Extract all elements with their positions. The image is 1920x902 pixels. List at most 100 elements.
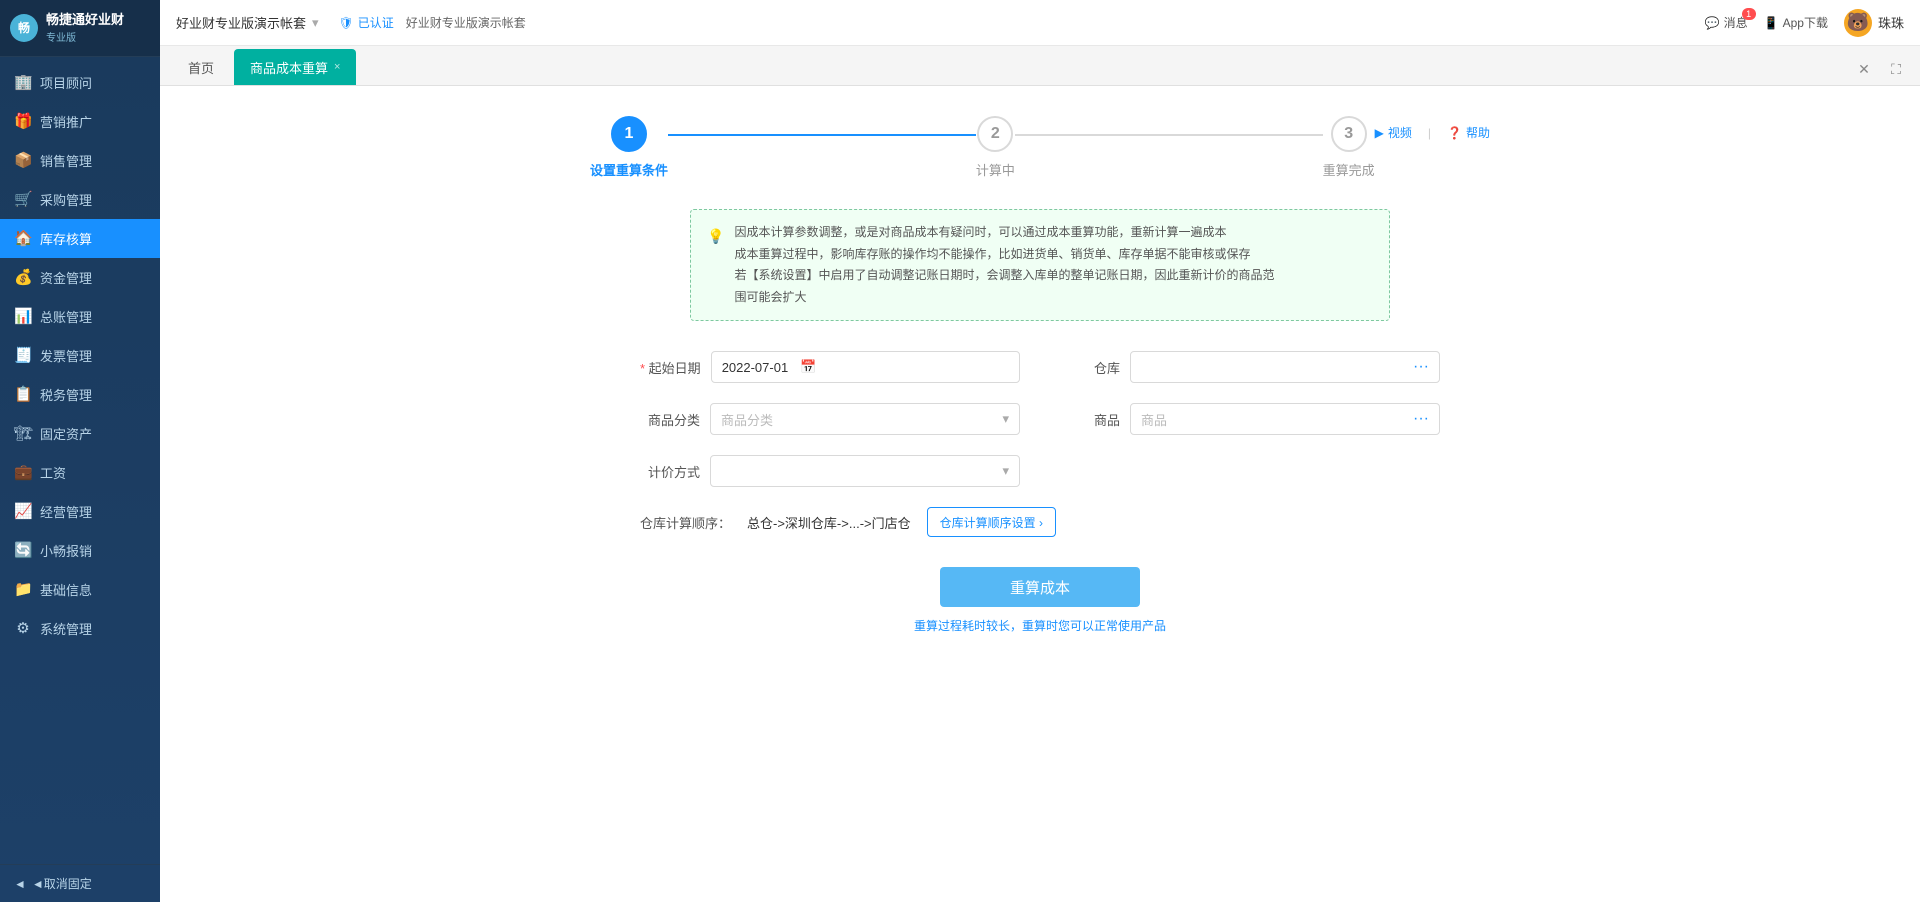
sidebar-item-icon-assets: 🏗: [14, 424, 32, 442]
warehouse-input[interactable]: ···: [1130, 351, 1440, 383]
main-area: 好业财专业版演示帐套 ▾ 🛡 已认证 好业财专业版演示帐套 💬 消息 1 📱 A…: [160, 0, 1920, 902]
sidebar-item-icon-project: 🏢: [14, 73, 32, 91]
category-select[interactable]: 商品分类 ▾: [710, 403, 1020, 435]
tab-home-label: 首页: [188, 58, 214, 77]
sidebar-item-label-sales: 销售管理: [40, 151, 146, 170]
sidebar-item-tax[interactable]: 📋 税务管理: [0, 375, 160, 414]
sidebar-item-purchase[interactable]: 🛒 采购管理: [0, 180, 160, 219]
recalc-btn-row: 重算成本 重算过程耗时较长，重算时您可以正常使用产品: [640, 567, 1440, 634]
start-date-value: 2022-07-01: [722, 360, 789, 375]
tab-home[interactable]: 首页: [172, 49, 230, 85]
step-3-num: 3: [1344, 125, 1353, 143]
dropdown-icon: ▾: [312, 15, 319, 31]
pricing-select[interactable]: ▾: [710, 455, 1020, 487]
connector-2-3: [1015, 134, 1323, 136]
sidebar-item-accounting[interactable]: 📊 总账管理: [0, 297, 160, 336]
form-row-1: 起始日期 2022-07-01 📅 仓库 ···: [640, 351, 1440, 383]
user-menu[interactable]: 🐻 珠珠: [1844, 9, 1904, 37]
info-line-2: 成本重算过程中，影响库存账的操作均不能操作，比如进货单、销货单、库存单据不能审核…: [734, 244, 1274, 266]
page-content: 1 设置重算条件 2 计算中 3: [160, 86, 1920, 902]
app-title-block: 畅捷通好业财 专业版: [46, 12, 124, 44]
sidebar-item-label-accounting: 总账管理: [40, 307, 146, 326]
info-line-1: 因成本计算参数调整，或是对商品成本有疑问时，可以通过成本重算功能，重新计算一遍成…: [734, 222, 1274, 244]
sidebar-item-payroll[interactable]: 💼 工资: [0, 453, 160, 492]
sidebar-item-operations[interactable]: 📈 经营管理: [0, 492, 160, 531]
tab-close-icon[interactable]: ×: [334, 61, 340, 73]
warehouse-more-icon: ···: [1413, 358, 1429, 376]
recalc-hint: 重算过程耗时较长，重算时您可以正常使用产品: [914, 617, 1166, 634]
sidebar-item-label-basic: 基础信息: [40, 580, 146, 599]
product-placeholder: 商品: [1141, 410, 1413, 429]
message-btn[interactable]: 💬 消息 1: [1705, 14, 1748, 31]
shield-icon: 🛡: [339, 16, 354, 30]
sidebar-item-invoice[interactable]: 🧾 发票管理: [0, 336, 160, 375]
form-area: 起始日期 2022-07-01 📅 仓库 ··· 商品分类: [640, 351, 1440, 634]
sidebar-item-icon-sales: 📦: [14, 151, 32, 169]
calendar-icon: 📅: [800, 359, 816, 375]
start-date-label: 起始日期: [640, 358, 701, 377]
sidebar-item-label-marketing: 营销推广: [40, 112, 146, 131]
category-label: 商品分类: [640, 410, 700, 429]
step-1-num: 1: [625, 125, 634, 143]
account-selector[interactable]: 好业财专业版演示帐套 ▾: [176, 13, 319, 32]
step-3-label: 重算完成: [1323, 160, 1375, 179]
sidebar-item-assets[interactable]: 🏗 固定资产: [0, 414, 160, 453]
calc-order-label: 仓库计算顺序：: [640, 513, 731, 532]
info-content: 因成本计算参数调整，或是对商品成本有疑问时，可以通过成本重算功能，重新计算一遍成…: [734, 222, 1274, 308]
sidebar-item-label-operations: 经营管理: [40, 502, 146, 521]
expand-window-btn[interactable]: ⛶: [1884, 57, 1908, 81]
message-badge: 1: [1742, 8, 1756, 20]
sidebar-item-icon-purchase: 🛒: [14, 190, 32, 208]
sidebar-item-project[interactable]: 🏢 项目顾问: [0, 63, 160, 102]
pricing-dropdown-icon: ▾: [1002, 463, 1009, 479]
sidebar-item-icon-system: ⚙: [14, 619, 32, 637]
recalc-btn[interactable]: 重算成本: [940, 567, 1140, 607]
sidebar-item-icon-marketing: 🎁: [14, 112, 32, 130]
sidebar-item-icon-invoice: 🧾: [14, 346, 32, 364]
pin-icon: ◄: [14, 877, 26, 891]
close-window-btn[interactable]: ✕: [1852, 57, 1876, 81]
connector-1-2: [668, 134, 976, 136]
product-label: 商品: [1060, 410, 1120, 429]
sidebar-item-icon-expense: 🔄: [14, 541, 32, 559]
sidebar-item-basic[interactable]: 📁 基础信息: [0, 570, 160, 609]
user-name: 珠珠: [1878, 13, 1904, 32]
tabbar: 首页 商品成本重算 × ✕ ⛶: [160, 46, 1920, 86]
sidebar-item-icon-inventory: 🏠: [14, 229, 32, 247]
info-box: 💡 因成本计算参数调整，或是对商品成本有疑问时，可以通过成本重算功能，重新计算一…: [690, 209, 1390, 321]
sidebar-item-system[interactable]: ⚙ 系统管理: [0, 609, 160, 648]
step-1-label: 设置重算条件: [590, 160, 668, 179]
help-link[interactable]: ❓ 帮助: [1447, 124, 1490, 141]
pricing-label: 计价方式: [640, 462, 700, 481]
sidebar-item-finance[interactable]: 💰 资金管理: [0, 258, 160, 297]
sidebar-item-label-system: 系统管理: [40, 619, 146, 638]
sidebar-item-label-expense: 小畅报销: [40, 541, 146, 560]
tab-recalc-label: 商品成本重算: [250, 58, 328, 77]
sidebar-item-icon-finance: 💰: [14, 268, 32, 286]
sidebar-item-label-finance: 资金管理: [40, 268, 146, 287]
sidebar-pin-toggle[interactable]: ◄ ◄取消固定: [0, 864, 160, 902]
app-download-label: App下载: [1783, 14, 1828, 31]
sidebar-item-label-payroll: 工资: [40, 463, 146, 482]
sidebar-item-label-inventory: 库存核算: [40, 229, 146, 248]
step-2-label: 计算中: [976, 160, 1015, 179]
product-field: 商品 商品 ···: [1060, 403, 1440, 435]
stepper-steps: 1 设置重算条件 2 计算中 3: [590, 116, 1375, 179]
step-2: 2 计算中: [976, 116, 1015, 179]
step-1-circle: 1: [611, 116, 647, 152]
app-logo: 畅: [10, 14, 38, 42]
sidebar-item-expense[interactable]: 🔄 小畅报销: [0, 531, 160, 570]
start-date-input[interactable]: 2022-07-01 📅: [711, 351, 1020, 383]
calc-order-settings-label: 仓库计算顺序设置 ›: [940, 514, 1043, 531]
calc-order-settings-btn[interactable]: 仓库计算顺序设置 ›: [927, 507, 1056, 537]
product-input[interactable]: 商品 ···: [1130, 403, 1440, 435]
sidebar-item-marketing[interactable]: 🎁 营销推广: [0, 102, 160, 141]
app-download-btn[interactable]: 📱 App下载: [1764, 14, 1828, 31]
sidebar-item-sales[interactable]: 📦 销售管理: [0, 141, 160, 180]
tab-recalc[interactable]: 商品成本重算 ×: [234, 49, 356, 85]
verified-label: 已认证: [358, 14, 394, 31]
sidebar-item-inventory[interactable]: 🏠 库存核算: [0, 219, 160, 258]
video-link[interactable]: ▶ 视频: [1375, 124, 1412, 141]
step-3: 3 重算完成: [1323, 116, 1375, 179]
verified-badge: 🛡 已认证: [339, 14, 394, 31]
